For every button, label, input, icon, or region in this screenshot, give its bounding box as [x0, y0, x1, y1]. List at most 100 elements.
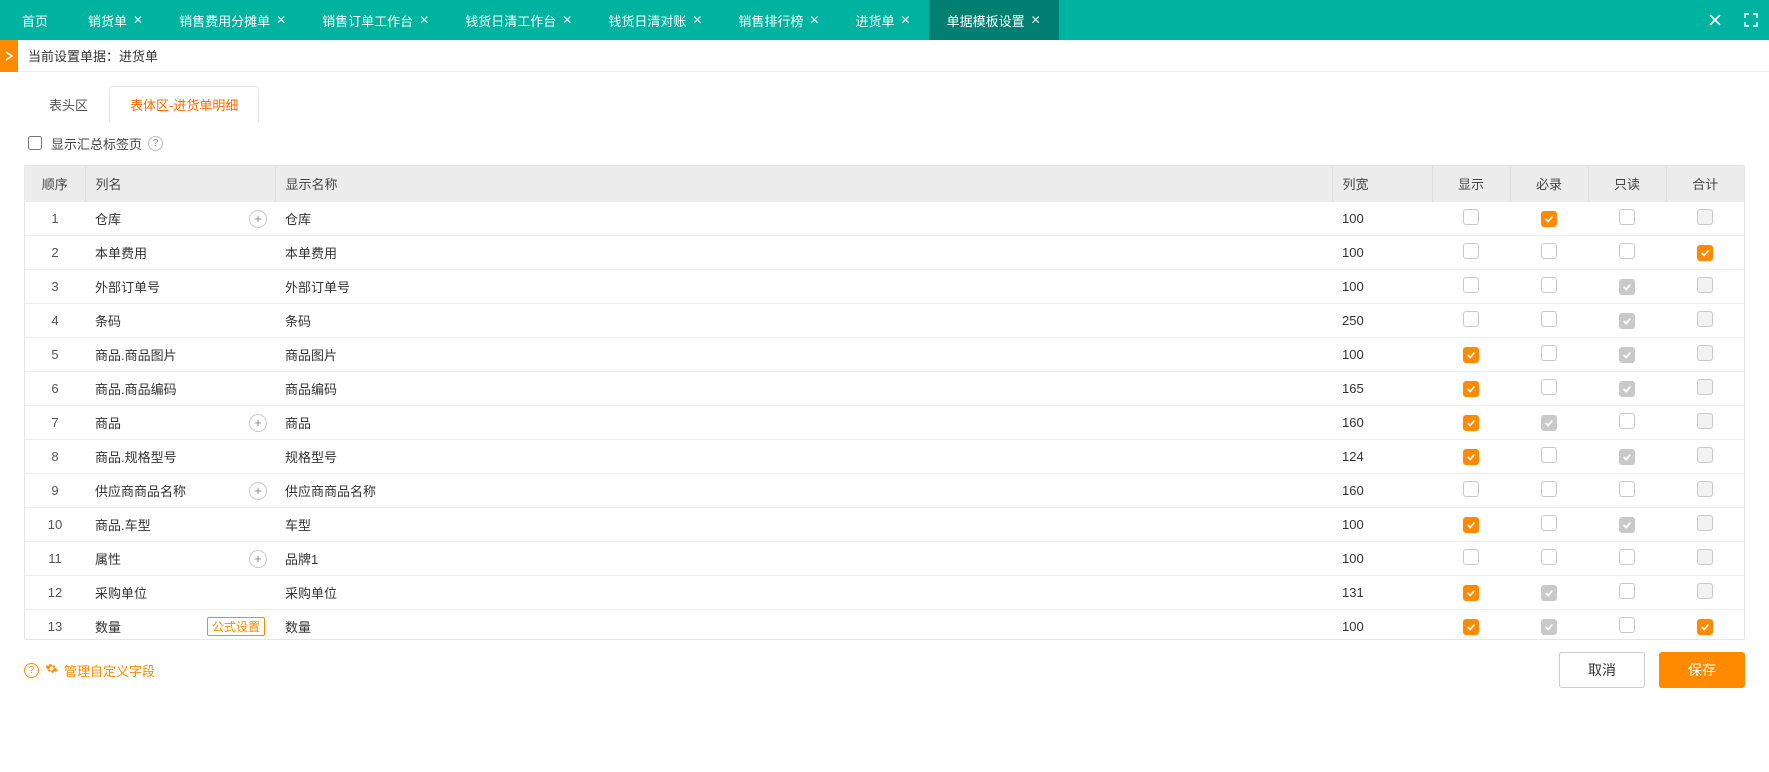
cell-display[interactable]: 品牌1 — [275, 542, 1332, 576]
checkbox[interactable] — [1463, 585, 1479, 601]
close-icon[interactable]: ✕ — [419, 13, 429, 27]
checkbox[interactable] — [1463, 619, 1479, 635]
checkbox[interactable] — [1619, 243, 1635, 259]
checkbox[interactable] — [1463, 415, 1479, 431]
checkbox[interactable] — [1463, 381, 1479, 397]
show-summary-checkbox[interactable] — [28, 136, 42, 150]
cell-width[interactable]: 100 — [1332, 338, 1432, 372]
table-row[interactable]: 12采购单位采购单位131 — [25, 576, 1744, 610]
cell-display[interactable]: 商品编码 — [275, 372, 1332, 406]
checkbox[interactable] — [1463, 243, 1479, 259]
table-row[interactable]: 13数量公式设置数量100 — [25, 610, 1744, 640]
cell-width[interactable]: 100 — [1332, 508, 1432, 542]
cell-width[interactable]: 250 — [1332, 304, 1432, 338]
checkbox[interactable] — [1541, 379, 1557, 395]
checkbox[interactable] — [1541, 515, 1557, 531]
top-tab[interactable]: 销货单✕ — [70, 0, 161, 40]
top-tab[interactable]: 销售排行榜✕ — [720, 0, 837, 40]
checkbox[interactable] — [1541, 481, 1557, 497]
table-row[interactable]: 10商品.车型车型100 — [25, 508, 1744, 542]
close-icon[interactable]: ✕ — [692, 13, 702, 27]
checkbox[interactable] — [1541, 549, 1557, 565]
top-tab[interactable]: 钱货日清工作台✕ — [447, 0, 590, 40]
checkbox[interactable] — [1541, 447, 1557, 463]
add-icon[interactable]: + — [249, 414, 267, 432]
table-row[interactable]: 8商品.规格型号规格型号124 — [25, 440, 1744, 474]
close-icon[interactable]: ✕ — [276, 13, 286, 27]
sub-tab[interactable]: 表体区-进货单明细 — [109, 86, 259, 123]
checkbox[interactable] — [1463, 517, 1479, 533]
close-icon[interactable]: ✕ — [901, 13, 911, 27]
cell-width[interactable]: 100 — [1332, 202, 1432, 236]
checkbox[interactable] — [1697, 245, 1713, 261]
cell-width[interactable]: 100 — [1332, 270, 1432, 304]
checkbox[interactable] — [1541, 277, 1557, 293]
cell-display[interactable]: 条码 — [275, 304, 1332, 338]
checkbox[interactable] — [1463, 277, 1479, 293]
checkbox[interactable] — [1463, 481, 1479, 497]
cell-display[interactable]: 外部订单号 — [275, 270, 1332, 304]
checkbox[interactable] — [1619, 481, 1635, 497]
cell-width[interactable]: 165 — [1332, 372, 1432, 406]
top-tab[interactable]: 钱货日清对账✕ — [590, 0, 720, 40]
close-icon[interactable]: ✕ — [133, 13, 143, 27]
checkbox[interactable] — [1463, 449, 1479, 465]
save-button[interactable]: 保存 — [1659, 652, 1745, 688]
help-icon[interactable]: ? — [148, 136, 163, 151]
top-tab[interactable]: 首页 — [0, 0, 70, 40]
checkbox[interactable] — [1463, 209, 1479, 225]
cancel-button[interactable]: 取消 — [1559, 652, 1645, 688]
cell-width[interactable]: 160 — [1332, 474, 1432, 508]
checkbox[interactable] — [1697, 619, 1713, 635]
manage-custom-fields-link[interactable]: ? 管理自定义字段 — [24, 661, 155, 680]
cell-display[interactable]: 规格型号 — [275, 440, 1332, 474]
checkbox[interactable] — [1619, 617, 1635, 633]
close-icon[interactable]: ✕ — [809, 13, 819, 27]
checkbox[interactable] — [1463, 347, 1479, 363]
checkbox[interactable] — [1619, 209, 1635, 225]
close-icon[interactable]: ✕ — [562, 13, 572, 27]
breadcrumb-collapse-icon[interactable] — [0, 40, 18, 72]
add-icon[interactable]: + — [249, 550, 267, 568]
fullscreen-icon[interactable] — [1733, 0, 1769, 40]
checkbox[interactable] — [1541, 311, 1557, 327]
cell-display[interactable]: 采购单位 — [275, 576, 1332, 610]
cell-display[interactable]: 商品 — [275, 406, 1332, 440]
cell-width[interactable]: 100 — [1332, 542, 1432, 576]
checkbox[interactable] — [1463, 549, 1479, 565]
add-icon[interactable]: + — [249, 482, 267, 500]
cell-display[interactable]: 供应商商品名称 — [275, 474, 1332, 508]
cell-display[interactable]: 本单费用 — [275, 236, 1332, 270]
table-row[interactable]: 11属性+品牌1100 — [25, 542, 1744, 576]
table-row[interactable]: 5商品.商品图片商品图片100 — [25, 338, 1744, 372]
checkbox[interactable] — [1619, 549, 1635, 565]
sub-tab[interactable]: 表头区 — [28, 86, 109, 123]
checkbox[interactable] — [1463, 311, 1479, 327]
cell-width[interactable]: 100 — [1332, 610, 1432, 640]
top-tab[interactable]: 单据模板设置✕ — [929, 0, 1059, 40]
top-tab[interactable]: 销售订单工作台✕ — [304, 0, 447, 40]
cell-width[interactable]: 124 — [1332, 440, 1432, 474]
close-all-icon[interactable] — [1697, 0, 1733, 40]
checkbox[interactable] — [1541, 211, 1557, 227]
table-row[interactable]: 2本单费用本单费用100 — [25, 236, 1744, 270]
cell-width[interactable]: 160 — [1332, 406, 1432, 440]
top-tab[interactable]: 进货单✕ — [837, 0, 928, 40]
top-tab[interactable]: 销售费用分摊单✕ — [161, 0, 304, 40]
cell-width[interactable]: 100 — [1332, 236, 1432, 270]
checkbox[interactable] — [1541, 345, 1557, 361]
cell-display[interactable]: 车型 — [275, 508, 1332, 542]
checkbox[interactable] — [1541, 243, 1557, 259]
table-row[interactable]: 7商品+商品160 — [25, 406, 1744, 440]
checkbox[interactable] — [1619, 583, 1635, 599]
formula-button[interactable]: 公式设置 — [207, 617, 265, 636]
checkbox[interactable] — [1619, 413, 1635, 429]
cell-display[interactable]: 仓库 — [275, 202, 1332, 236]
cell-width[interactable]: 131 — [1332, 576, 1432, 610]
add-icon[interactable]: + — [249, 210, 267, 228]
table-row[interactable]: 9供应商商品名称+供应商商品名称160 — [25, 474, 1744, 508]
table-row[interactable]: 1仓库+仓库100 — [25, 202, 1744, 236]
cell-display[interactable]: 数量 — [275, 610, 1332, 640]
table-row[interactable]: 3外部订单号外部订单号100 — [25, 270, 1744, 304]
table-row[interactable]: 6商品.商品编码商品编码165 — [25, 372, 1744, 406]
